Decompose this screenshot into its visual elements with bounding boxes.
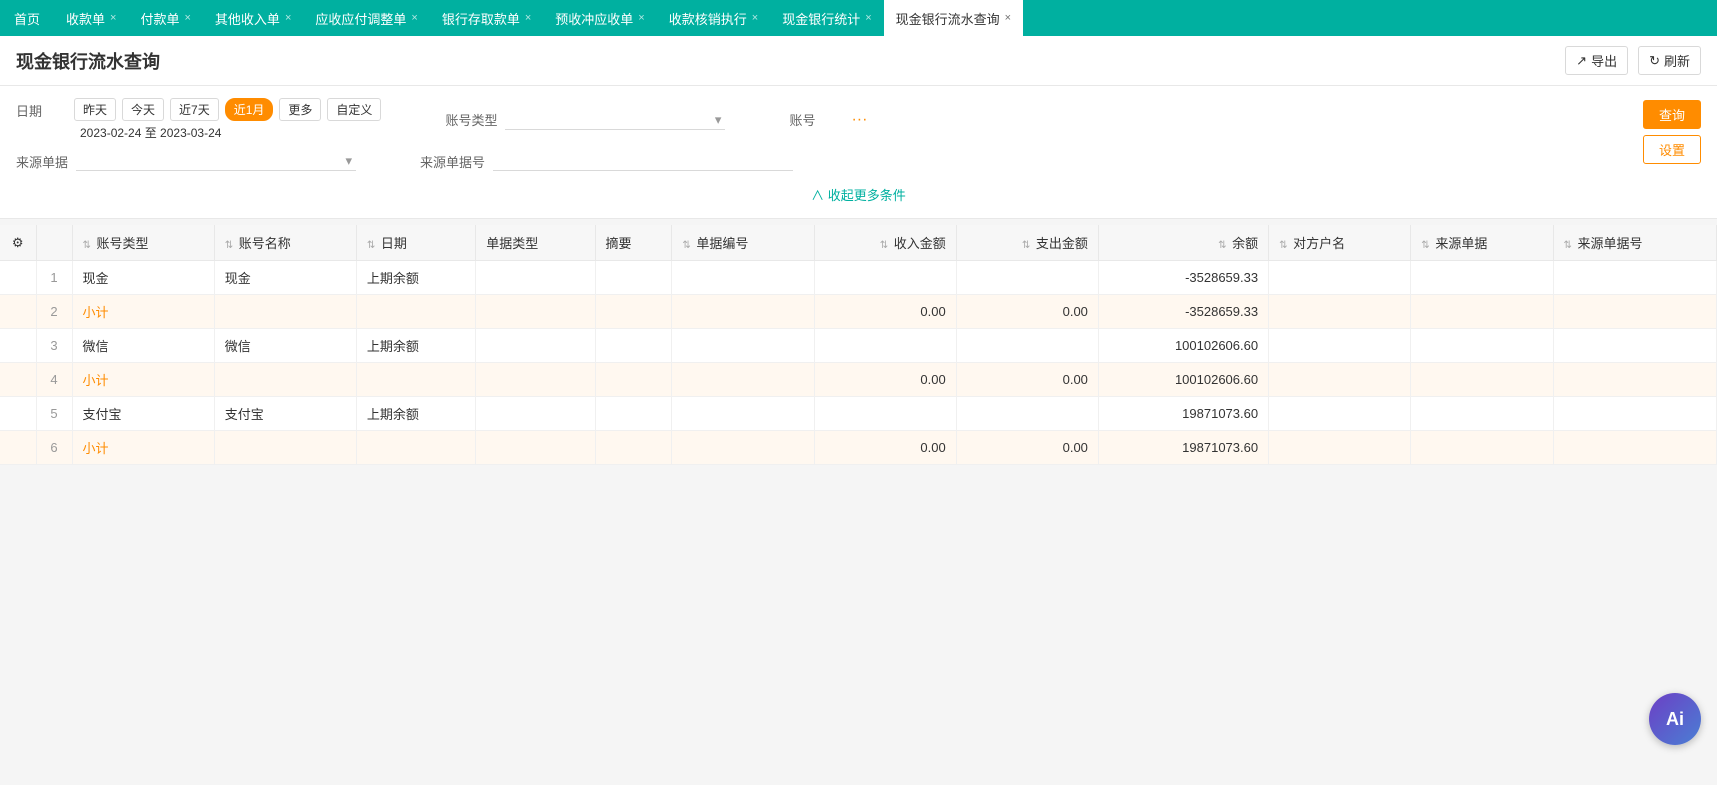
nav-tab-4[interactable]: 银行存取款单 ×: [430, 0, 543, 36]
sort-icon-expense: ⇅: [1022, 240, 1030, 251]
date-btn-today[interactable]: 今天: [122, 98, 164, 121]
account-type-select-wrapper: [505, 110, 725, 130]
header-actions: ↗ 导出 ↻ 刷新: [1565, 46, 1701, 75]
close-icon-4[interactable]: ×: [525, 12, 531, 24]
table-row: 1现金现金上期余额-3528659.33: [0, 261, 1717, 295]
page-title: 现金银行流水查询: [16, 48, 160, 74]
filter-area: 日期 昨天 今天 近7天 近1月 更多 自定义 2023-02-24 至 202…: [0, 86, 1717, 219]
account-type-select[interactable]: [505, 110, 725, 130]
close-icon-5[interactable]: ×: [638, 12, 644, 24]
date-range: 2023-02-24 至 2023-03-24: [78, 124, 381, 141]
th-doc-no[interactable]: ⇅ 单据编号: [672, 225, 814, 261]
th-doc-type: 单据类型: [476, 225, 595, 261]
th-gear[interactable]: ⚙: [0, 225, 36, 261]
th-balance[interactable]: ⇅ 余额: [1098, 225, 1268, 261]
close-icon-3[interactable]: ×: [411, 12, 417, 24]
sort-icon-source-doc-no: ⇅: [1564, 240, 1572, 251]
table-header-row: ⚙ ⇅ 账号类型 ⇅ 账号名称 ⇅ 日期 单据类型: [0, 225, 1717, 261]
nav-tab-7[interactable]: 现金银行统计 ×: [770, 0, 883, 36]
sort-icon-doc-no: ⇅: [682, 240, 690, 251]
collapse-bar[interactable]: ∧ 收起更多条件: [16, 181, 1701, 206]
ai-badge[interactable]: Ai: [1649, 693, 1701, 745]
th-summary: 摘要: [595, 225, 672, 261]
nav-tab-6[interactable]: 收款核销执行 ×: [657, 0, 770, 36]
date-btn-more[interactable]: 更多: [279, 98, 321, 121]
account-label: 账号: [789, 110, 839, 129]
th-date[interactable]: ⇅ 日期: [356, 225, 475, 261]
page-header: 现金银行流水查询 ↗ 导出 ↻ 刷新: [0, 36, 1717, 86]
th-expense[interactable]: ⇅ 支出金额: [956, 225, 1098, 261]
account-type-label: 账号类型: [445, 110, 497, 129]
date-btn-7days[interactable]: 近7天: [170, 98, 219, 121]
close-icon-6[interactable]: ×: [752, 12, 758, 24]
refresh-button[interactable]: ↻ 刷新: [1638, 46, 1701, 75]
nav-tab-3[interactable]: 应收应付调整单 ×: [303, 0, 429, 36]
table-row: 6小计0.000.0019871073.60: [0, 431, 1717, 465]
nav-tab-2[interactable]: 其他收入单 ×: [203, 0, 303, 36]
data-table: ⚙ ⇅ 账号类型 ⇅ 账号名称 ⇅ 日期 单据类型: [0, 225, 1717, 465]
table-row: 2小计0.000.00-3528659.33: [0, 295, 1717, 329]
sort-icon-account-type: ⇅: [83, 240, 91, 251]
nav-tab-0[interactable]: 收款单 ×: [54, 0, 128, 36]
th-source-doc[interactable]: ⇅ 来源单据: [1411, 225, 1553, 261]
source-doc-no-label: 来源单据号: [420, 152, 485, 171]
top-nav: 首页 收款单 × 付款单 × 其他收入单 × 应收应付调整单 × 银行存取款单 …: [0, 0, 1717, 36]
th-counterparty[interactable]: ⇅ 对方户名: [1269, 225, 1411, 261]
date-options: 昨天 今天 近7天 近1月 更多 自定义: [74, 98, 381, 121]
date-btn-1month[interactable]: 近1月: [225, 98, 274, 121]
query-button[interactable]: 查询: [1643, 100, 1701, 129]
export-icon: ↗: [1576, 53, 1587, 69]
nav-home[interactable]: 首页: [0, 0, 54, 36]
table-row: 3微信微信上期余额100102606.60: [0, 329, 1717, 363]
nav-tab-5[interactable]: 预收冲应收单 ×: [543, 0, 656, 36]
th-index: [36, 225, 72, 261]
table-row: 4小计0.000.00100102606.60: [0, 363, 1717, 397]
close-icon-7[interactable]: ×: [865, 12, 871, 24]
date-btn-custom[interactable]: 自定义: [327, 98, 381, 121]
sort-icon-income: ⇅: [880, 240, 888, 251]
export-button[interactable]: ↗ 导出: [1565, 46, 1628, 75]
source-doc-label: 来源单据: [16, 152, 68, 171]
table-body: 1现金现金上期余额-3528659.332小计0.000.00-3528659.…: [0, 261, 1717, 465]
sort-icon-account-name: ⇅: [225, 240, 233, 251]
close-icon-2[interactable]: ×: [285, 12, 291, 24]
source-doc-select-wrapper: [76, 151, 356, 171]
settings-button[interactable]: 设置: [1643, 135, 1701, 164]
source-doc-select[interactable]: [76, 151, 356, 171]
sort-icon-source-doc: ⇅: [1421, 240, 1429, 251]
date-label: 日期: [16, 101, 66, 120]
account-dots-button[interactable]: ···: [847, 111, 871, 129]
date-btn-yesterday[interactable]: 昨天: [74, 98, 116, 121]
close-icon-1[interactable]: ×: [184, 12, 190, 24]
table-container: ⚙ ⇅ 账号类型 ⇅ 账号名称 ⇅ 日期 单据类型: [0, 225, 1717, 465]
close-icon-8[interactable]: ×: [1005, 12, 1011, 24]
collapse-icon: ∧: [811, 188, 828, 203]
nav-tab-8[interactable]: 现金银行流水查询 ×: [884, 0, 1023, 36]
close-icon-0[interactable]: ×: [110, 12, 116, 24]
th-source-doc-no[interactable]: ⇅ 来源单据号: [1553, 225, 1717, 261]
sort-icon-date: ⇅: [367, 240, 375, 251]
source-doc-no-input[interactable]: [493, 151, 793, 171]
sort-icon-balance: ⇅: [1218, 240, 1226, 251]
th-account-name[interactable]: ⇅ 账号名称: [214, 225, 356, 261]
th-income[interactable]: ⇅ 收入金额: [814, 225, 956, 261]
sort-icon-counterparty: ⇅: [1279, 240, 1287, 251]
refresh-icon: ↻: [1649, 53, 1660, 69]
gear-icon: ⚙: [12, 235, 24, 250]
th-account-type[interactable]: ⇅ 账号类型: [72, 225, 214, 261]
nav-tab-1[interactable]: 付款单 ×: [128, 0, 202, 36]
table-row: 5支付宝支付宝上期余额19871073.60: [0, 397, 1717, 431]
